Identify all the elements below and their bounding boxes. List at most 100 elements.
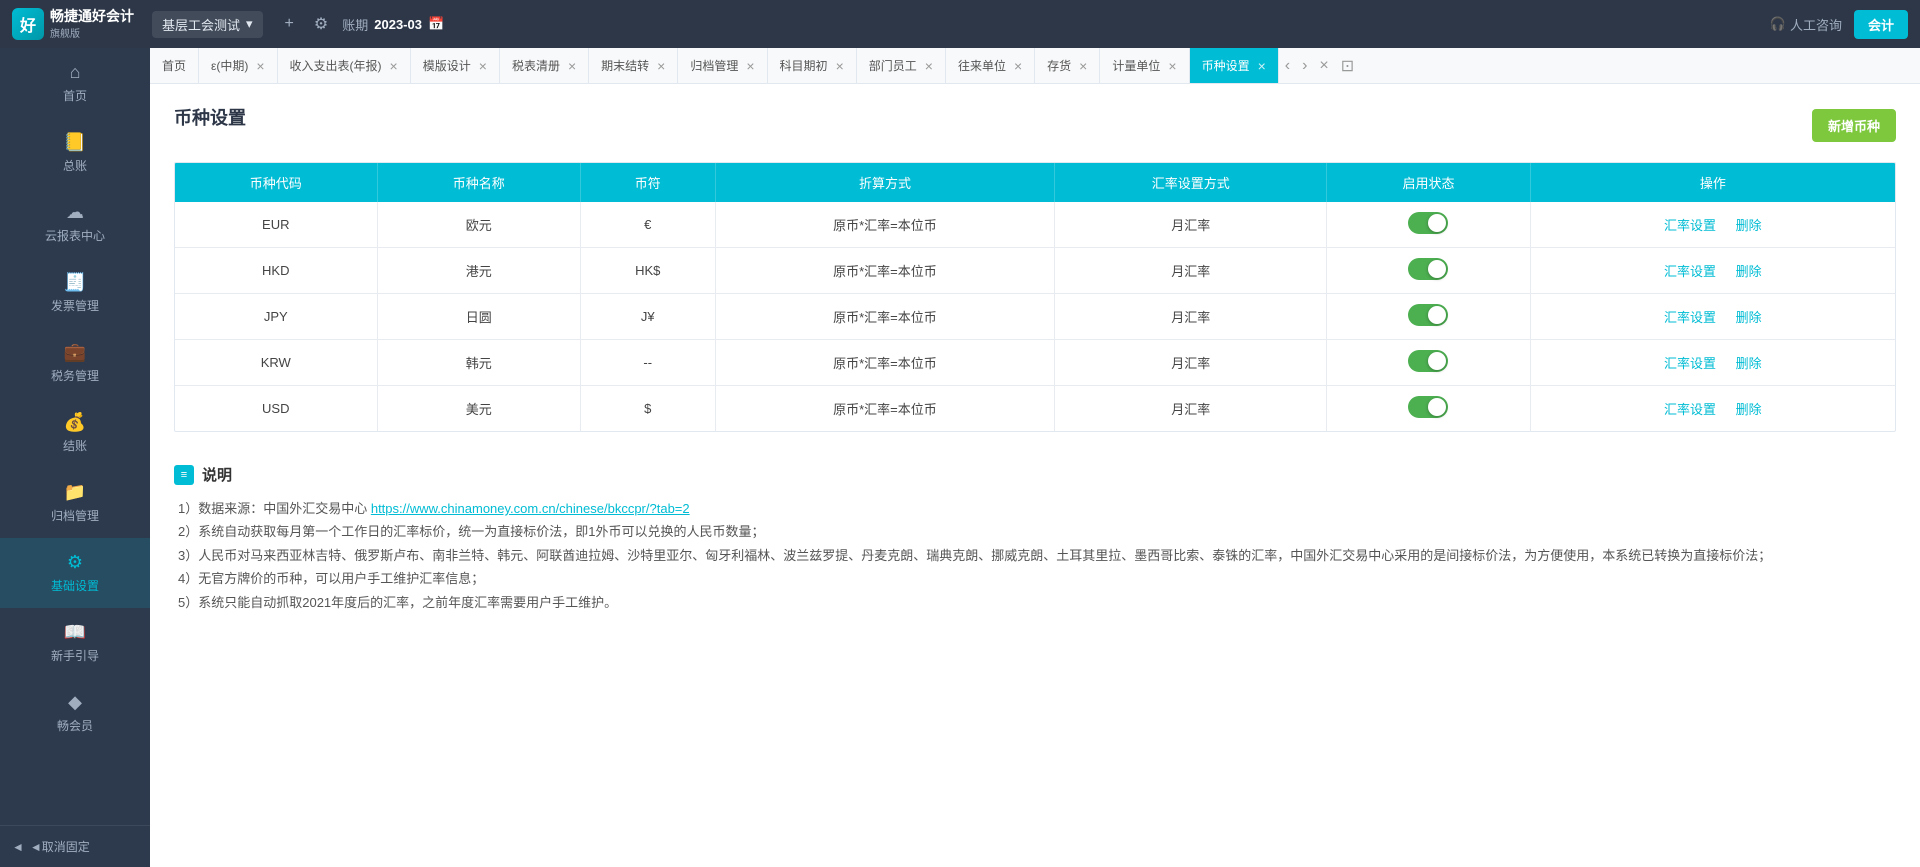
tab-inventory[interactable]: 存货 × bbox=[1035, 48, 1100, 83]
sidebar-item-home[interactable]: ⌂ 首页 bbox=[0, 48, 150, 118]
new-currency-button[interactable]: 新增币种 bbox=[1812, 109, 1896, 142]
notes-link[interactable]: https://www.chinamoney.com.cn/chinese/bk… bbox=[371, 501, 690, 516]
delete-link-1[interactable]: 删除 bbox=[1736, 264, 1762, 279]
sidebar-item-reports[interactable]: ☁ 云报表中心 bbox=[0, 188, 150, 258]
cell-toggle-3[interactable] bbox=[1327, 340, 1530, 386]
sidebar-item-archive[interactable]: 📁 归档管理 bbox=[0, 468, 150, 538]
tab-template[interactable]: 模版设计 × bbox=[411, 48, 500, 83]
cell-code-4: USD bbox=[175, 386, 377, 432]
cell-toggle-4[interactable] bbox=[1327, 386, 1530, 432]
sidebar-label-member: 畅会员 bbox=[57, 717, 93, 734]
col-header-calc: 折算方式 bbox=[715, 163, 1055, 202]
tab-currency-close[interactable]: × bbox=[1258, 58, 1266, 74]
cell-toggle-2[interactable] bbox=[1327, 294, 1530, 340]
tab-nav-prev[interactable]: ‹ bbox=[1279, 48, 1296, 83]
sidebar-item-checkout[interactable]: 💰 结账 bbox=[0, 398, 150, 468]
tab-midterm-close[interactable]: × bbox=[256, 58, 264, 74]
delete-link-2[interactable]: 删除 bbox=[1736, 310, 1762, 325]
rate-setting-link-4[interactable]: 汇率设置 bbox=[1664, 402, 1716, 417]
cell-code-1: HKD bbox=[175, 248, 377, 294]
tab-annual-label: 收入支出表(年报) bbox=[290, 57, 382, 74]
cell-name-4: 美元 bbox=[377, 386, 580, 432]
tab-midterm[interactable]: ε(中期) × bbox=[199, 48, 278, 83]
tab-archive-mgmt[interactable]: 归档管理 × bbox=[678, 48, 767, 83]
tab-tax-table-close[interactable]: × bbox=[568, 58, 576, 74]
table-row: USD 美元 $ 原币*汇率=本位币 月汇率 汇率设置 删除 bbox=[175, 386, 1895, 432]
right-area: 🎧 人工咨询 会计 bbox=[1770, 10, 1908, 39]
rate-setting-link-1[interactable]: 汇率设置 bbox=[1664, 264, 1716, 279]
cell-actions-2: 汇率设置 删除 bbox=[1530, 294, 1895, 340]
tab-annual[interactable]: 收入支出表(年报) × bbox=[278, 48, 411, 83]
settings-icon[interactable]: ⚙ bbox=[310, 10, 332, 38]
workspace-selector[interactable]: 基层工会测试 ▾ bbox=[152, 11, 263, 38]
enable-toggle-4[interactable] bbox=[1408, 396, 1448, 418]
col-header-status: 启用状态 bbox=[1327, 163, 1530, 202]
guide-icon: 📖 bbox=[64, 622, 86, 643]
tab-nav-next[interactable]: › bbox=[1296, 48, 1313, 83]
tab-currency[interactable]: 币种设置 × bbox=[1190, 48, 1279, 83]
tab-subject-init[interactable]: 科目期初 × bbox=[768, 48, 857, 83]
notes-item-2: 3）人民币对马来西亚林吉特、俄罗斯卢布、南非兰特、韩元、阿联酋迪拉姆、沙特里亚尔… bbox=[174, 544, 1896, 567]
tab-template-close[interactable]: × bbox=[479, 58, 487, 74]
tab-measure-close[interactable]: × bbox=[1168, 58, 1176, 74]
enable-toggle-3[interactable] bbox=[1408, 350, 1448, 372]
tax-icon: 💼 bbox=[64, 342, 86, 363]
tab-dept-staff-close[interactable]: × bbox=[925, 58, 933, 74]
cell-symbol-3: -- bbox=[580, 340, 715, 386]
cell-calc-2: 原币*汇率=本位币 bbox=[715, 294, 1055, 340]
home-icon: ⌂ bbox=[70, 62, 81, 83]
help-button[interactable]: 🎧 人工咨询 bbox=[1770, 15, 1842, 34]
notes-title-text: 说明 bbox=[202, 464, 232, 485]
page-header-row: 币种设置 新增币种 bbox=[174, 104, 1896, 146]
tab-inventory-close[interactable]: × bbox=[1079, 58, 1087, 74]
sidebar-item-settings[interactable]: ⚙ 基础设置 bbox=[0, 538, 150, 608]
sidebar-item-guide[interactable]: 📖 新手引导 bbox=[0, 608, 150, 678]
tab-archive-mgmt-close[interactable]: × bbox=[746, 58, 754, 74]
settings-nav-icon: ⚙ bbox=[67, 552, 83, 573]
enable-toggle-0[interactable] bbox=[1408, 212, 1448, 234]
account-button[interactable]: 会计 bbox=[1854, 10, 1908, 39]
calendar-icon[interactable]: 📅 bbox=[428, 16, 444, 32]
rate-setting-link-2[interactable]: 汇率设置 bbox=[1664, 310, 1716, 325]
cell-toggle-0[interactable] bbox=[1327, 202, 1530, 248]
rate-setting-link-3[interactable]: 汇率设置 bbox=[1664, 356, 1716, 371]
add-tab-button[interactable]: + bbox=[281, 11, 298, 37]
tab-period-end-label: 期末结转 bbox=[601, 57, 649, 74]
collapse-icon: ◄ bbox=[12, 840, 24, 854]
sidebar-item-member[interactable]: ◆ 畅会员 bbox=[0, 678, 150, 748]
tab-close-all[interactable]: × bbox=[1313, 48, 1334, 83]
tab-measure[interactable]: 计量单位 × bbox=[1100, 48, 1189, 83]
tab-dept-staff-label: 部门员工 bbox=[869, 57, 917, 74]
delete-link-0[interactable]: 删除 bbox=[1736, 218, 1762, 233]
col-header-actions: 操作 bbox=[1530, 163, 1895, 202]
sidebar-collapse-btn[interactable]: ◄ ◄取消固定 bbox=[0, 825, 150, 867]
tab-partners-close[interactable]: × bbox=[1014, 58, 1022, 74]
delete-link-3[interactable]: 删除 bbox=[1736, 356, 1762, 371]
tab-dept-staff[interactable]: 部门员工 × bbox=[857, 48, 946, 83]
tab-expand[interactable]: ⊡ bbox=[1335, 48, 1360, 83]
tab-bar: 首页 ε(中期) × 收入支出表(年报) × 模版设计 × 税表清册 × 期末结… bbox=[150, 48, 1920, 84]
tab-annual-close[interactable]: × bbox=[390, 58, 398, 74]
tab-subject-init-close[interactable]: × bbox=[836, 58, 844, 74]
table-row: EUR 欧元 € 原币*汇率=本位币 月汇率 汇率设置 删除 bbox=[175, 202, 1895, 248]
cell-name-2: 日圆 bbox=[377, 294, 580, 340]
rate-setting-link-0[interactable]: 汇率设置 bbox=[1664, 218, 1716, 233]
sidebar-item-invoice[interactable]: 🧾 发票管理 bbox=[0, 258, 150, 328]
cell-calc-4: 原币*汇率=本位币 bbox=[715, 386, 1055, 432]
cell-rate-type-2: 月汇率 bbox=[1055, 294, 1327, 340]
sidebar-item-ledger[interactable]: 📒 总账 bbox=[0, 118, 150, 188]
page-content: 币种设置 新增币种 币种代码 币种名称 币符 折算方式 汇率设置方式 启用状态 … bbox=[150, 84, 1920, 867]
tab-home[interactable]: 首页 bbox=[150, 48, 199, 83]
enable-toggle-1[interactable] bbox=[1408, 258, 1448, 280]
tab-period-end[interactable]: 期末结转 × bbox=[589, 48, 678, 83]
col-header-name: 币种名称 bbox=[377, 163, 580, 202]
tab-period-end-close[interactable]: × bbox=[657, 58, 665, 74]
delete-link-4[interactable]: 删除 bbox=[1736, 402, 1762, 417]
col-header-code: 币种代码 bbox=[175, 163, 377, 202]
cell-toggle-1[interactable] bbox=[1327, 248, 1530, 294]
cell-calc-1: 原币*汇率=本位币 bbox=[715, 248, 1055, 294]
enable-toggle-2[interactable] bbox=[1408, 304, 1448, 326]
tab-partners[interactable]: 往来单位 × bbox=[946, 48, 1035, 83]
sidebar-item-tax[interactable]: 💼 税务管理 bbox=[0, 328, 150, 398]
tab-tax-table[interactable]: 税表清册 × bbox=[500, 48, 589, 83]
